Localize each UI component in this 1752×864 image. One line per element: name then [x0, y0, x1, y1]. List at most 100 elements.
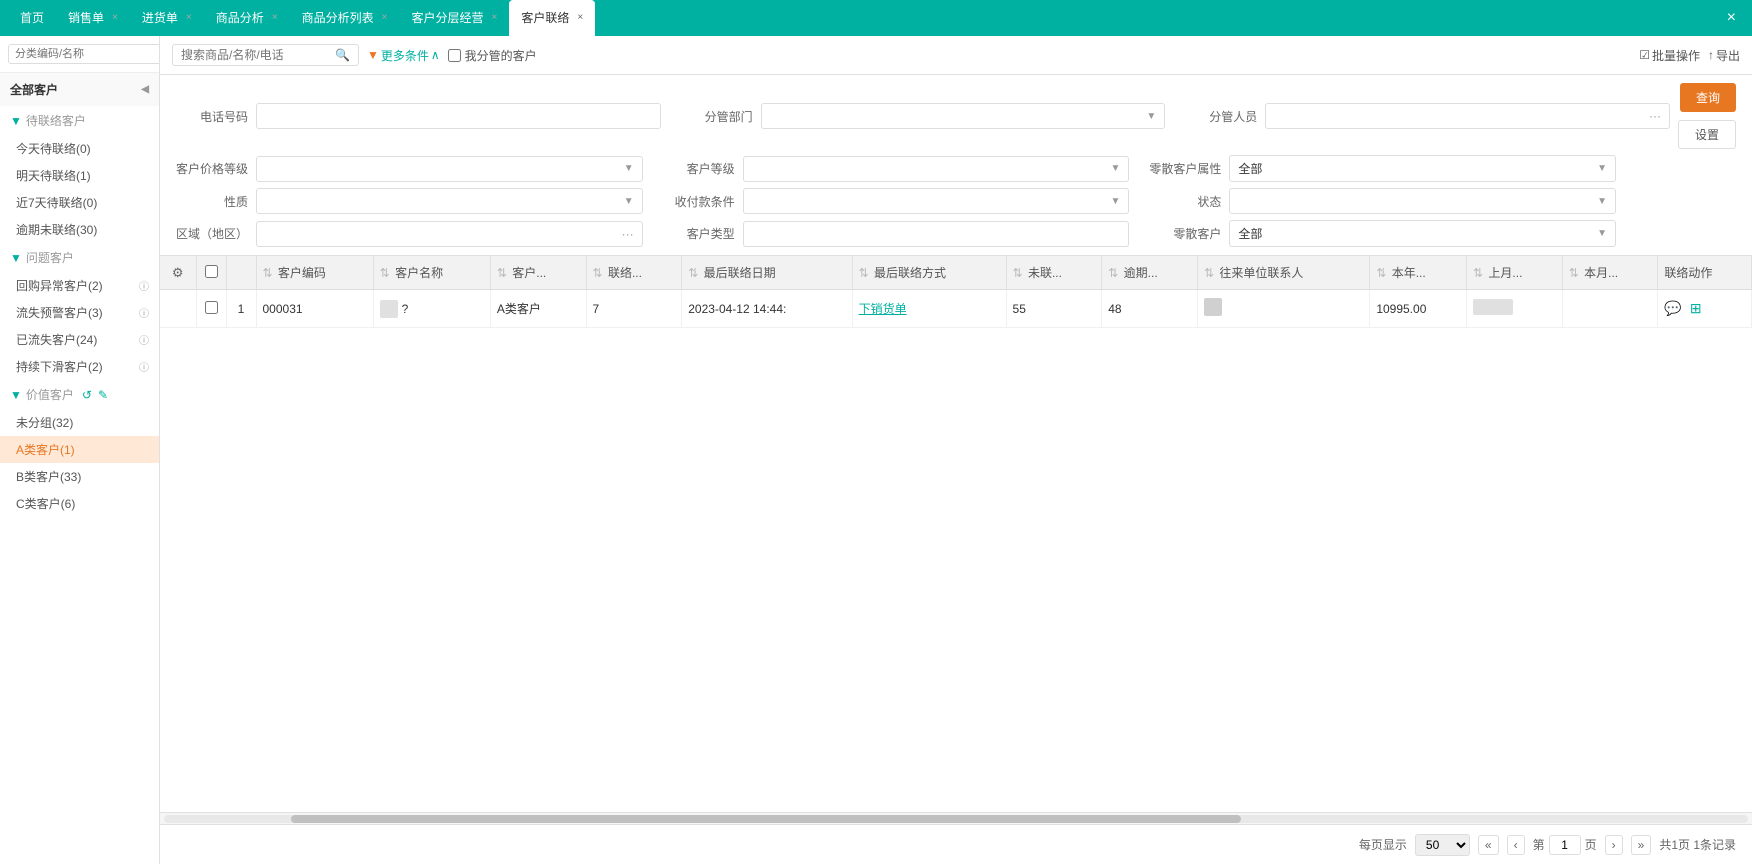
nav-purchase-order[interactable]: 进货单 × — [130, 0, 204, 36]
retail-input[interactable]: 全部 ▼ — [1229, 220, 1616, 247]
nav-product-analysis[interactable]: 商品分析 × — [204, 0, 290, 36]
phone-input[interactable] — [256, 103, 661, 129]
grid-action-icon[interactable]: ⊞ — [1690, 300, 1702, 317]
query-button[interactable]: 查询 — [1680, 83, 1736, 112]
prev-page-button[interactable]: ‹ — [1507, 835, 1525, 855]
overdue-column-header[interactable]: ⇅ 逾期... — [1102, 256, 1198, 290]
level-input[interactable]: ▼ — [743, 156, 1130, 182]
no-contact-column-header[interactable]: ⇅ 未联... — [1006, 256, 1102, 290]
page-size-select[interactable]: 50 100 200 — [1415, 834, 1470, 856]
filter-search-icon[interactable]: 🔍 — [335, 48, 350, 62]
close-customer-segment-icon[interactable]: × — [491, 0, 497, 36]
type-column-header[interactable]: ⇅ 客户... — [490, 256, 586, 290]
row-select-checkbox[interactable] — [205, 301, 218, 314]
page-number-input[interactable] — [1549, 835, 1581, 855]
row-code-cell[interactable]: 000031 — [256, 290, 373, 328]
close-sales-order-icon[interactable]: × — [112, 0, 118, 36]
sidebar-item-today-pending[interactable]: 今天待联络(0) — [0, 135, 159, 162]
nav-home[interactable]: 首页 — [8, 0, 56, 36]
gear-column-header[interactable]: ⚙ — [160, 256, 196, 290]
collapse-all-icon[interactable]: ◀ — [141, 84, 149, 95]
contact-count-column-header[interactable]: ⇅ 联络... — [586, 256, 682, 290]
area-input[interactable]: ··· — [256, 221, 643, 247]
refresh-value-icon[interactable]: ↺ — [82, 388, 92, 402]
status-input[interactable]: ▼ — [1229, 188, 1616, 214]
filter-search-input[interactable] — [181, 48, 331, 62]
sidebar-item-tomorrow-pending[interactable]: 明天待联络(1) — [0, 162, 159, 189]
type-sort-icon: ⇅ — [497, 266, 507, 280]
overdue-sort-icon: ⇅ — [1108, 266, 1118, 280]
sidebar-item-ungrouped[interactable]: 未分组(32) — [0, 409, 159, 436]
sidebar-item-7days-pending[interactable]: 近7天待联络(0) — [0, 189, 159, 216]
window-close-button[interactable]: × — [1719, 9, 1744, 27]
sidebar-item-overdue-pending[interactable]: 逾期未联络(30) — [0, 216, 159, 243]
lost-warning-label: 流失预警客户(3) — [16, 304, 139, 321]
close-purchase-order-icon[interactable]: × — [186, 0, 192, 36]
my-customers-checkbox[interactable] — [448, 49, 461, 62]
last-date-sort-icon: ⇅ — [688, 266, 698, 280]
settings-button[interactable]: 设置 — [1678, 120, 1736, 149]
nav-product-analysis-list[interactable]: 商品分析列表 × — [290, 0, 400, 36]
filter-icon: ▼ — [367, 48, 379, 62]
expand-problem-icon[interactable]: ▼ — [10, 251, 22, 265]
gear-settings-icon[interactable]: ⚙ — [172, 265, 184, 280]
expand-value-icon[interactable]: ▼ — [10, 388, 22, 402]
row-gear-cell — [160, 290, 196, 328]
info-icon-4: ⓘ — [139, 359, 149, 374]
select-all-checkbox[interactable] — [205, 265, 218, 278]
next-page-button[interactable]: › — [1605, 835, 1623, 855]
sidebar-item-lost-warning[interactable]: 流失预警客户(3) ⓘ — [0, 299, 159, 326]
edit-value-icon[interactable]: ✎ — [98, 388, 108, 402]
price-level-input[interactable]: ▼ — [256, 156, 643, 182]
person-input[interactable]: ··· — [1265, 103, 1670, 129]
retail-attr-input[interactable]: 全部 ▼ — [1229, 155, 1616, 182]
dept-input[interactable]: ▼ — [761, 103, 1166, 129]
filter-cell-retail: 零散客户 全部 ▼ — [1149, 220, 1616, 247]
nav-customer-segment[interactable]: 客户分层经营 × — [399, 0, 509, 36]
scrollbar-track[interactable] — [164, 815, 1748, 823]
name-column-header[interactable]: ⇅ 客户名称 — [373, 256, 490, 290]
close-product-analysis-list-icon[interactable]: × — [382, 0, 388, 36]
scrollbar-thumb[interactable] — [291, 815, 1241, 823]
this-month-column-header[interactable]: ⇅ 本月... — [1562, 256, 1658, 290]
code-column-header[interactable]: ⇅ 客户编码 — [256, 256, 373, 290]
sidebar-item-c-class[interactable]: C类客户(6) — [0, 490, 159, 517]
nav-customer-contact[interactable]: 客户联络 × — [509, 0, 595, 36]
type-input[interactable] — [743, 221, 1130, 247]
export-button[interactable]: ↑ 导出 — [1708, 47, 1740, 64]
last-page-button[interactable]: » — [1631, 835, 1652, 855]
sidebar-item-declining[interactable]: 持续下滑客户(2) ⓘ — [0, 353, 159, 380]
sidebar-item-already-lost[interactable]: 已流失客户(24) ⓘ — [0, 326, 159, 353]
tomorrow-pending-label: 明天待联络(1) — [16, 167, 149, 184]
c-class-label: C类客户(6) — [16, 495, 149, 512]
expand-pending-icon[interactable]: ▼ — [10, 114, 22, 128]
close-customer-contact-icon[interactable]: × — [577, 0, 583, 36]
payment-input[interactable]: ▼ — [743, 188, 1130, 214]
sidebar-item-b-class[interactable]: B类客户(33) — [0, 463, 159, 490]
sidebar-item-repurchase-abnormal[interactable]: 回购异常客户(2) ⓘ — [0, 272, 159, 299]
horizontal-scrollbar[interactable] — [160, 812, 1752, 824]
my-customers-checkbox-label[interactable]: 我分管的客户 — [448, 47, 537, 64]
row-name-cell[interactable]: ? — [373, 290, 490, 328]
all-customers-header[interactable]: 全部客户 ◀ — [0, 73, 159, 106]
info-icon-1: ⓘ — [139, 278, 149, 293]
main-layout: 🔍 全部客户 ◀ ▼ 待联络客户 今天待联络(0) 明天待联络(1) 近7天待联… — [0, 36, 1752, 864]
more-filters-button[interactable]: ▼ 更多条件 ∧ — [367, 47, 440, 64]
sidebar-item-a-class[interactable]: A类客户(1) — [0, 436, 159, 463]
unit-contact-column-header[interactable]: ⇅ 往来单位联系人 — [1197, 256, 1369, 290]
sidebar-search-input[interactable] — [8, 44, 160, 64]
last-month-column-header[interactable]: ⇅ 上月... — [1467, 256, 1563, 290]
nav-sales-order[interactable]: 销售单 × — [56, 0, 130, 36]
last-contact-method-column-header[interactable]: ⇅ 最后联络方式 — [852, 256, 1006, 290]
first-page-button[interactable]: « — [1478, 835, 1499, 855]
batch-operation-button[interactable]: ☑ 批量操作 — [1639, 47, 1700, 64]
checkbox-column-header[interactable] — [196, 256, 226, 290]
close-product-analysis-icon[interactable]: × — [272, 0, 278, 36]
row-checkbox-cell[interactable] — [196, 290, 226, 328]
last-contact-date-column-header[interactable]: ⇅ 最后联络日期 — [682, 256, 852, 290]
table-header-row: ⚙ ⇅ 客户编码 ⇅ 客户名称 — [160, 256, 1752, 290]
message-action-icon[interactable]: 💬 — [1664, 300, 1681, 317]
row-last-contact-method-cell[interactable]: 下销货单 — [852, 290, 1006, 328]
nature-input[interactable]: ▼ — [256, 188, 643, 214]
this-year-column-header[interactable]: ⇅ 本年... — [1370, 256, 1467, 290]
